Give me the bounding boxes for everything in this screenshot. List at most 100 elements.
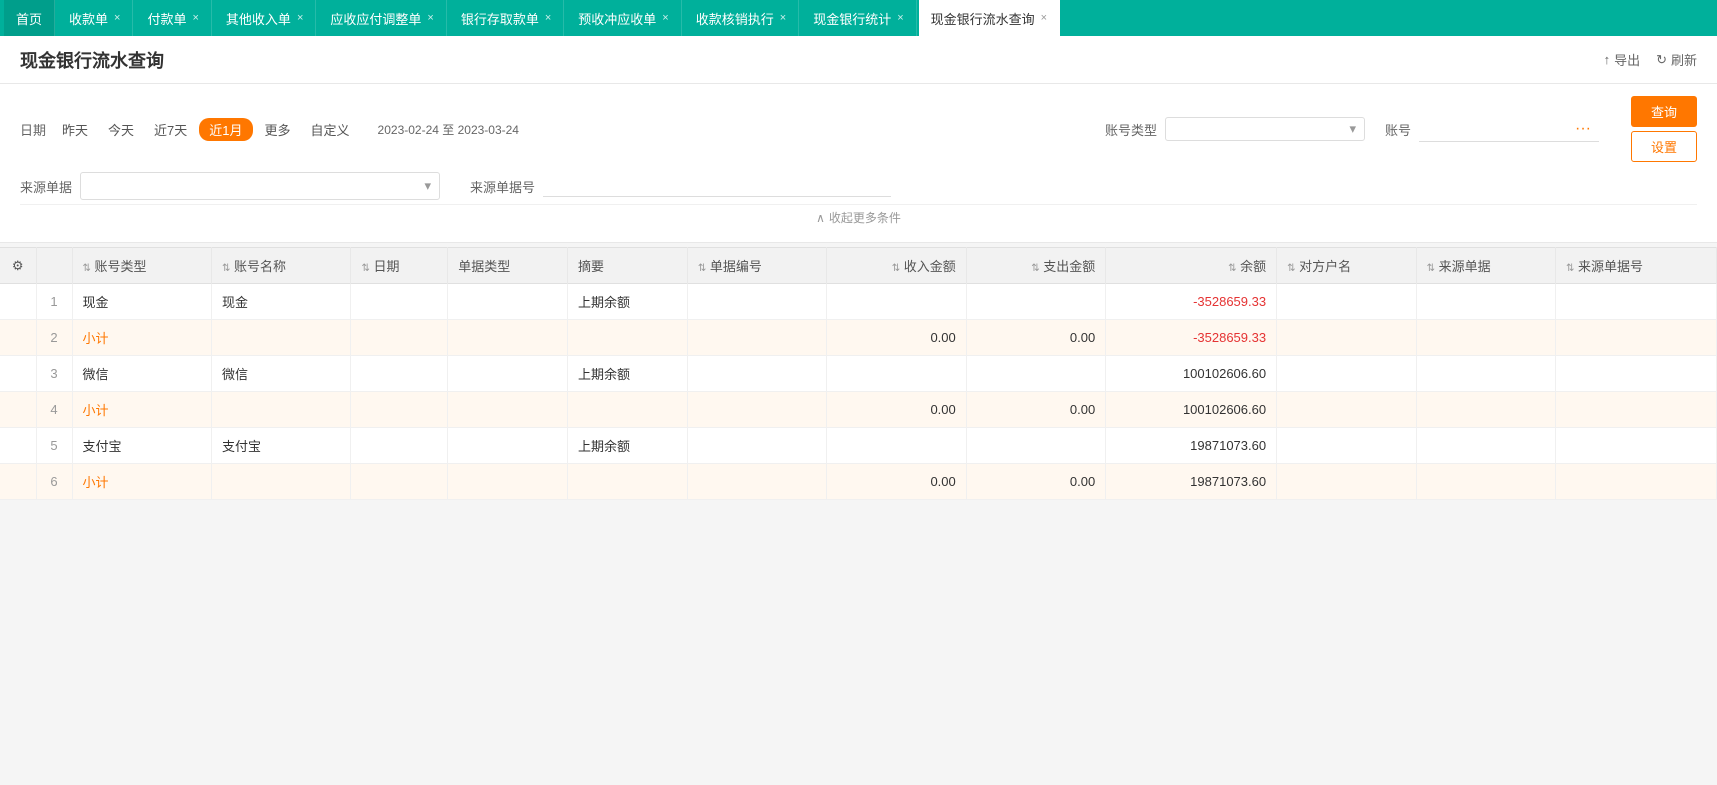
- source-doc-select[interactable]: ▾: [80, 172, 440, 200]
- row-account-type: 微信: [72, 356, 211, 392]
- account-dots-button[interactable]: ···: [1571, 120, 1595, 138]
- row-counterparty: [1277, 320, 1416, 356]
- th-source-doc-num[interactable]: ⇅ 来源单据号: [1556, 248, 1717, 284]
- collapse-up-icon: ∧: [816, 211, 825, 225]
- row-summary: 上期余额: [568, 284, 688, 320]
- th-account-type[interactable]: ⇅ 账号类型: [72, 248, 211, 284]
- nav-tab-bank-stats-close[interactable]: ×: [897, 12, 903, 24]
- th-balance-sort-icon: ⇅: [1228, 263, 1236, 274]
- nav-tab-payment-close[interactable]: ×: [192, 12, 198, 24]
- row-index: 4: [36, 392, 72, 428]
- date-opt-yesterday[interactable]: 昨天: [54, 118, 96, 141]
- th-source-doc-num-sort-icon: ⇅: [1566, 263, 1574, 274]
- row-doc-number: [687, 428, 826, 464]
- export-button[interactable]: ↑ 导出: [1604, 50, 1641, 69]
- gear-icon[interactable]: ⚙: [12, 258, 24, 273]
- nav-tab-collection[interactable]: 收款核销执行 ×: [684, 0, 799, 36]
- th-account-name-sort-icon: ⇅: [222, 263, 230, 274]
- nav-tab-adjustment-close[interactable]: ×: [427, 12, 433, 24]
- account-type-filter: 账号类型 ▾: [1105, 117, 1365, 141]
- th-counterparty-sort-icon: ⇅: [1287, 263, 1295, 274]
- action-buttons: 查询 设置: [1631, 96, 1697, 162]
- date-options: 昨天 今天 近7天 近1月 更多 自定义: [54, 118, 358, 141]
- source-doc-num-input[interactable]: [547, 178, 887, 193]
- th-date[interactable]: ⇅ 日期: [351, 248, 448, 284]
- th-counterparty[interactable]: ⇅ 对方户名: [1277, 248, 1416, 284]
- nav-tab-home[interactable]: 首页: [4, 0, 55, 36]
- nav-tab-bank-flow-close[interactable]: ×: [1041, 12, 1047, 24]
- query-button[interactable]: 查询: [1631, 96, 1697, 127]
- row-income: 0.00: [827, 320, 966, 356]
- row-counterparty: [1277, 464, 1416, 500]
- nav-tab-prepayment[interactable]: 预收冲应收单 ×: [566, 0, 681, 36]
- source-doc-num-label: 来源单据号: [470, 177, 535, 196]
- row-account-name: 微信: [211, 356, 350, 392]
- row-account-type: 支付宝: [72, 428, 211, 464]
- row-expense: 0.00: [966, 464, 1105, 500]
- row-account-type: 现金: [72, 284, 211, 320]
- th-account-name[interactable]: ⇅ 账号名称: [211, 248, 350, 284]
- table-row: 5 支付宝 支付宝 上期余额 19871073.60: [0, 428, 1717, 464]
- table-container: ⚙ ⇅ 账号类型 ⇅ 账号名称 ⇅ 日期 单据类型 摘要 ⇅: [0, 247, 1717, 500]
- row-expense: 0.00: [966, 320, 1105, 356]
- refresh-icon: ↻: [1656, 52, 1667, 68]
- th-income[interactable]: ⇅ 收入金额: [827, 248, 966, 284]
- settings-button[interactable]: 设置: [1631, 131, 1697, 162]
- nav-tab-adjustment-label: 应收应付调整单: [330, 9, 421, 28]
- nav-tab-payment-label: 付款单: [147, 9, 186, 28]
- nav-tab-collection-close[interactable]: ×: [780, 12, 786, 24]
- row-doc-type: [448, 392, 568, 428]
- row-gear: [0, 320, 36, 356]
- row-account-type: 小计: [72, 392, 211, 428]
- nav-tab-other-income-label: 其他收入单: [226, 9, 291, 28]
- filter-row-1: 日期 昨天 今天 近7天 近1月 更多 自定义 2023-02-24 至 202…: [20, 96, 1697, 162]
- th-summary: 摘要: [568, 248, 688, 284]
- row-date: [351, 392, 448, 428]
- account-type-label: 账号类型: [1105, 120, 1157, 139]
- source-doc-filter: 来源单据 ▾: [20, 172, 440, 200]
- date-opt-7days[interactable]: 近7天: [146, 118, 195, 141]
- nav-tab-bank-deposit[interactable]: 银行存取款单 ×: [449, 0, 564, 36]
- nav-tab-payment[interactable]: 付款单 ×: [135, 0, 211, 36]
- date-opt-more[interactable]: 更多: [257, 118, 299, 141]
- collapse-bar[interactable]: ∧ 收起更多条件: [20, 204, 1697, 230]
- row-gear: [0, 428, 36, 464]
- th-income-sort-icon: ⇅: [892, 263, 900, 274]
- nav-tab-other-income[interactable]: 其他收入单 ×: [214, 0, 316, 36]
- row-date: [351, 320, 448, 356]
- nav-tab-bank-stats[interactable]: 现金银行统计 ×: [801, 0, 916, 36]
- nav-tab-receipt-close[interactable]: ×: [114, 12, 120, 24]
- refresh-button[interactable]: ↻ 刷新: [1656, 50, 1697, 69]
- nav-tab-adjustment[interactable]: 应收应付调整单 ×: [318, 0, 446, 36]
- row-source-doc: [1416, 464, 1555, 500]
- date-opt-today[interactable]: 今天: [100, 118, 142, 141]
- table-row: 4 小计 0.00 0.00 100102606.60: [0, 392, 1717, 428]
- date-opt-custom[interactable]: 自定义: [303, 118, 358, 141]
- row-source-doc-num: [1556, 284, 1717, 320]
- row-counterparty: [1277, 356, 1416, 392]
- date-filter: 日期 昨天 今天 近7天 近1月 更多 自定义: [20, 118, 358, 141]
- th-doc-number[interactable]: ⇅ 单据编号: [687, 248, 826, 284]
- export-icon: ↑: [1604, 52, 1611, 67]
- nav-tab-receipt[interactable]: 收款单 ×: [57, 0, 133, 36]
- th-expense[interactable]: ⇅ 支出金额: [966, 248, 1105, 284]
- nav-tab-bank-flow[interactable]: 现金银行流水查询 ×: [919, 0, 1060, 36]
- date-range-value: 2023-02-24 至 2023-03-24: [378, 121, 519, 138]
- account-input[interactable]: ···: [1419, 117, 1599, 142]
- th-balance[interactable]: ⇅ 余额: [1106, 248, 1277, 284]
- filter-row-2: 来源单据 ▾ 来源单据号: [20, 172, 1697, 200]
- date-opt-1month[interactable]: 近1月: [199, 118, 252, 141]
- nav-tab-prepayment-close[interactable]: ×: [662, 12, 668, 24]
- row-doc-type: [448, 284, 568, 320]
- row-expense: 0.00: [966, 392, 1105, 428]
- th-source-doc-sort-icon: ⇅: [1427, 263, 1435, 274]
- th-doc-type: 单据类型: [448, 248, 568, 284]
- nav-tab-other-income-close[interactable]: ×: [297, 12, 303, 24]
- table-row: 3 微信 微信 上期余额 100102606.60: [0, 356, 1717, 392]
- account-type-select[interactable]: ▾: [1165, 117, 1365, 141]
- page-header: 现金银行流水查询 ↑ 导出 ↻ 刷新: [0, 36, 1717, 84]
- row-source-doc: [1416, 284, 1555, 320]
- row-balance: 100102606.60: [1106, 392, 1277, 428]
- nav-tab-bank-deposit-close[interactable]: ×: [545, 12, 551, 24]
- th-source-doc[interactable]: ⇅ 来源单据: [1416, 248, 1555, 284]
